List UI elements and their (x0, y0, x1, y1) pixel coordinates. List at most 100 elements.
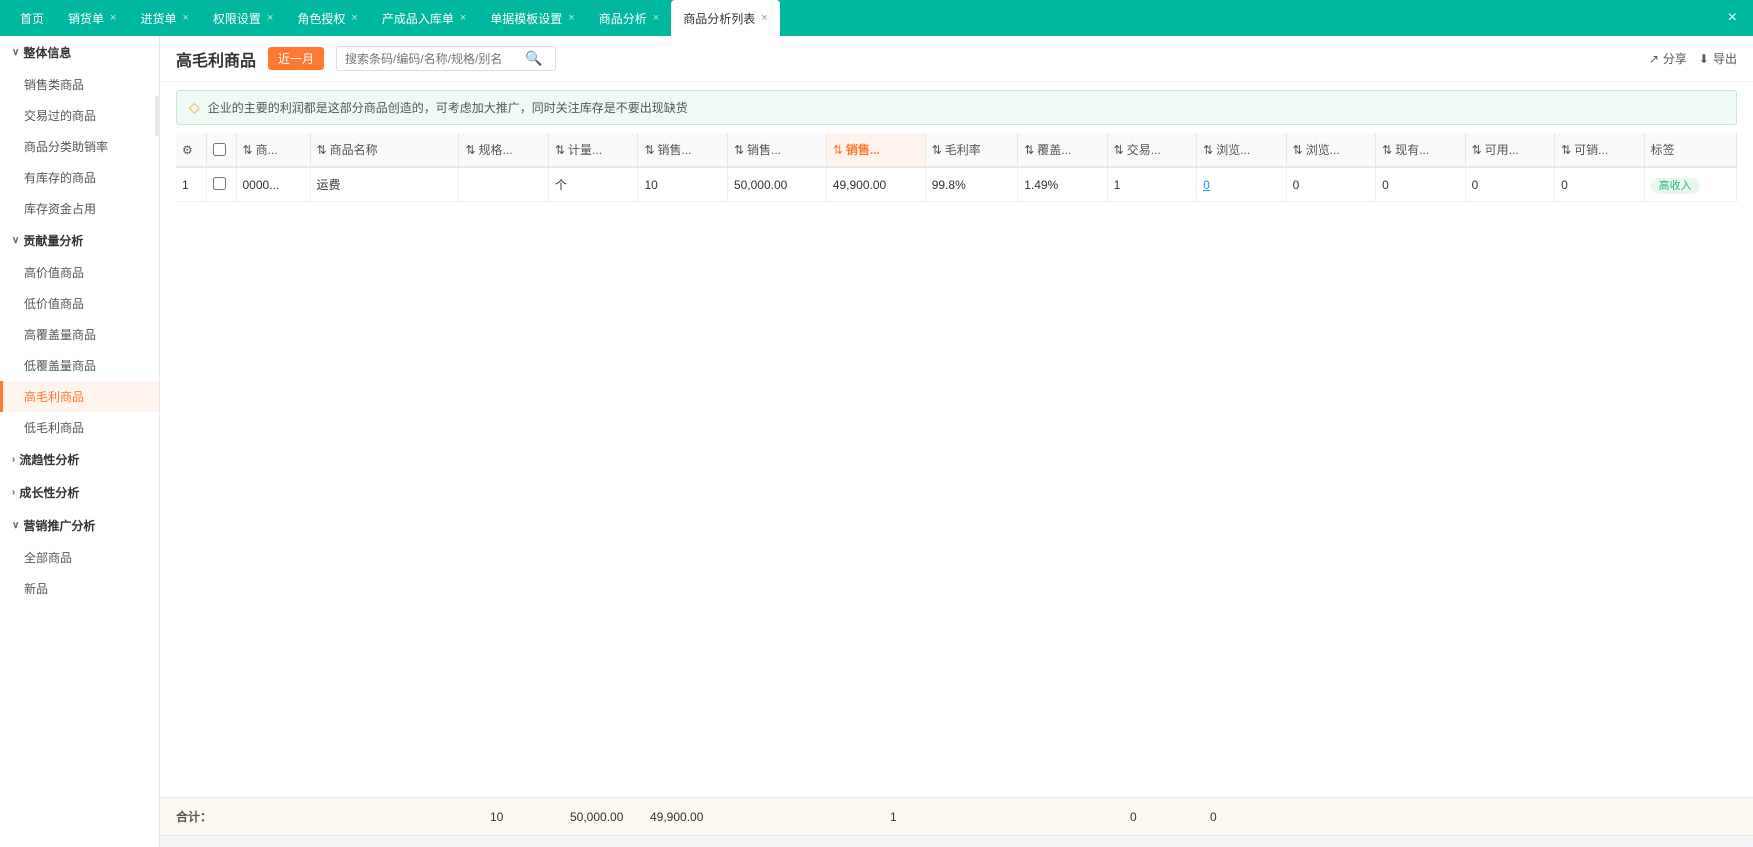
share-icon: ↗ (1649, 52, 1659, 66)
footer-label: 合计： (176, 808, 216, 825)
table-container: ⚙ ⇅商... ⇅商品名称 ⇅规格... (160, 133, 1753, 797)
select-all-checkbox[interactable] (213, 143, 226, 156)
close-analysis-tab[interactable]: × (653, 12, 659, 24)
sidebar-group-overall-items: 销售类商品 交易过的商品 商品分类助销率 有库存的商品 库存资金占用 (0, 69, 159, 224)
nav-tab-sales[interactable]: 销货单 × (56, 0, 128, 36)
nav-tab-analysis-list[interactable]: 商品分析列表 × (671, 0, 779, 36)
close-template-tab[interactable]: × (568, 12, 574, 24)
close-purchase-tab[interactable]: × (182, 12, 188, 24)
sidebar-item-high-value[interactable]: 高价值商品 (0, 257, 159, 288)
search-input[interactable] (345, 52, 525, 66)
footer-saleable-stock (1284, 810, 1364, 824)
col-name[interactable]: ⇅商品名称 (310, 133, 459, 167)
close-roles-tab[interactable]: × (351, 12, 357, 24)
nav-tab-purchase[interactable]: 进货单 × (128, 0, 200, 36)
nav-tab-permissions[interactable]: 权限设置 × (201, 0, 285, 36)
sort-icon: ⇅ (1114, 143, 1124, 157)
sidebar-item-sales-goods[interactable]: 销售类商品 (0, 69, 159, 100)
col-settings[interactable]: ⚙ (176, 133, 206, 167)
footer-available-stock: 0 (1204, 810, 1284, 824)
search-box: 🔍 (336, 46, 556, 71)
close-all-tabs[interactable]: × (1720, 9, 1745, 27)
sidebar-item-high-margin[interactable]: 高毛利商品 (0, 381, 159, 412)
col-saleable-stock[interactable]: ⇅可销... (1555, 133, 1644, 167)
sort-icon: ⇅ (1293, 143, 1303, 157)
col-tag[interactable]: 标签 (1644, 133, 1736, 167)
close-analysis-list-tab[interactable]: × (761, 12, 767, 24)
arrow-growth: › (12, 487, 15, 498)
cell-views1[interactable]: 0 (1197, 167, 1286, 202)
sidebar-item-traded-goods[interactable]: 交易过的商品 (0, 100, 159, 131)
col-available-stock[interactable]: ⇅可用... (1465, 133, 1554, 167)
sidebar-item-low-coverage[interactable]: 低覆盖量商品 (0, 350, 159, 381)
sidebar: ∨ 整体信息 销售类商品 交易过的商品 商品分类助销率 有库存的商品 库存资金占… (0, 36, 160, 847)
arrow-contribution: ∨ (12, 235, 19, 246)
col-coverage[interactable]: ⇅覆盖... (1018, 133, 1107, 167)
col-spec[interactable]: ⇅规格... (459, 133, 548, 167)
info-banner: ◇ 企业的主要的利润都是这部分商品创造的，可考虑加大推广，同时关注库存是不要出现… (176, 90, 1737, 125)
col-sales-qty[interactable]: ⇅销售... (638, 133, 727, 167)
col-views1[interactable]: ⇅浏览... (1197, 133, 1286, 167)
footer-cells: 10 50,000.00 49,900.00 1 0 0 (224, 810, 1737, 824)
col-sales-amount[interactable]: ⇅销售... (727, 133, 826, 167)
col-gross-margin[interactable]: ⇅毛利率 (925, 133, 1017, 167)
sort-icon: ⇅ (1561, 143, 1571, 157)
nav-tab-finished-goods[interactable]: 产成品入库单 × (370, 0, 478, 36)
nav-tab-template-settings[interactable]: 单据模板设置 × (478, 0, 586, 36)
sort-icon: ⇅ (317, 143, 327, 157)
footer-views2 (1044, 810, 1124, 824)
export-icon: ⬇ (1699, 52, 1709, 66)
sidebar-item-all-goods[interactable]: 全部商品 (0, 542, 159, 573)
close-permissions-tab[interactable]: × (267, 12, 273, 24)
sidebar-item-high-coverage[interactable]: 高覆盖量商品 (0, 319, 159, 350)
row-checkbox[interactable] (213, 177, 226, 190)
col-views2[interactable]: ⇅浏览... (1286, 133, 1375, 167)
col-sales-profit[interactable]: ⇅销售... (826, 133, 925, 167)
nav-tab-home[interactable]: 首页 (8, 0, 56, 36)
arrow-marketing: ∨ (12, 520, 19, 531)
sidebar-item-in-stock[interactable]: 有库存的商品 (0, 162, 159, 193)
sidebar-item-category-rate[interactable]: 商品分类助销率 (0, 131, 159, 162)
footer-transactions: 1 (884, 810, 964, 824)
content-area: 高毛利商品 近一月 🔍 ↗ 分享 ⬇ 导出 ◇ 企业的主要的利润都是这部分商品创… (160, 36, 1753, 847)
col-transactions[interactable]: ⇅交易... (1107, 133, 1196, 167)
col-code[interactable]: ⇅商... (236, 133, 310, 167)
export-button[interactable]: ⬇ 导出 (1699, 50, 1737, 67)
cell-checkbox[interactable] (206, 167, 236, 202)
sort-icon: ⇅ (1203, 143, 1213, 157)
search-icon[interactable]: 🔍 (525, 50, 542, 67)
close-sales-tab[interactable]: × (110, 12, 116, 24)
footer-gross-margin (724, 810, 804, 824)
sidebar-group-growth[interactable]: › 成长性分析 (0, 476, 159, 509)
sidebar-item-low-value[interactable]: 低价值商品 (0, 288, 159, 319)
sidebar-group-marketing[interactable]: ∨ 营销推广分析 (0, 509, 159, 542)
nav-tab-product-analysis[interactable]: 商品分析 × (587, 0, 671, 36)
header-actions: ↗ 分享 ⬇ 导出 (1649, 50, 1737, 67)
sidebar-group-overall[interactable]: ∨ 整体信息 (0, 36, 159, 69)
footer-views1 (964, 810, 1044, 824)
tag-badge: 高收入 (1651, 178, 1700, 194)
cell-gross-margin: 99.8% (925, 167, 1017, 202)
footer-sales-profit: 49,900.00 (644, 810, 724, 824)
cell-unit: 个 (548, 167, 637, 202)
col-unit[interactable]: ⇅计量... (548, 133, 637, 167)
close-finished-goods-tab[interactable]: × (460, 12, 466, 24)
cell-sales-amount: 50,000.00 (727, 167, 826, 202)
horizontal-scrollbar[interactable] (160, 835, 1753, 847)
col-current-stock[interactable]: ⇅现有... (1376, 133, 1465, 167)
sidebar-item-new-goods[interactable]: 新品 (0, 573, 159, 604)
cell-transactions: 1 (1107, 167, 1196, 202)
col-checkbox[interactable] (206, 133, 236, 167)
settings-icon: ⚙ (182, 143, 193, 157)
sidebar-group-trend[interactable]: › 流趋性分析 (0, 443, 159, 476)
cell-name: 运费 (310, 167, 459, 202)
share-button[interactable]: ↗ 分享 (1649, 50, 1687, 67)
time-filter-button[interactable]: 近一月 (268, 47, 324, 70)
sidebar-group-contribution[interactable]: ∨ 贡献量分析 (0, 224, 159, 257)
sort-icon: ⇅ (555, 143, 565, 157)
nav-tab-roles[interactable]: 角色授权 × (285, 0, 369, 36)
sidebar-item-stock-funds[interactable]: 库存资金占用 (0, 193, 159, 224)
table-header-row: ⚙ ⇅商... ⇅商品名称 ⇅规格... (176, 133, 1737, 167)
sidebar-item-low-margin[interactable]: 低毛利商品 (0, 412, 159, 443)
sidebar-collapse-btn[interactable]: « (155, 96, 160, 136)
